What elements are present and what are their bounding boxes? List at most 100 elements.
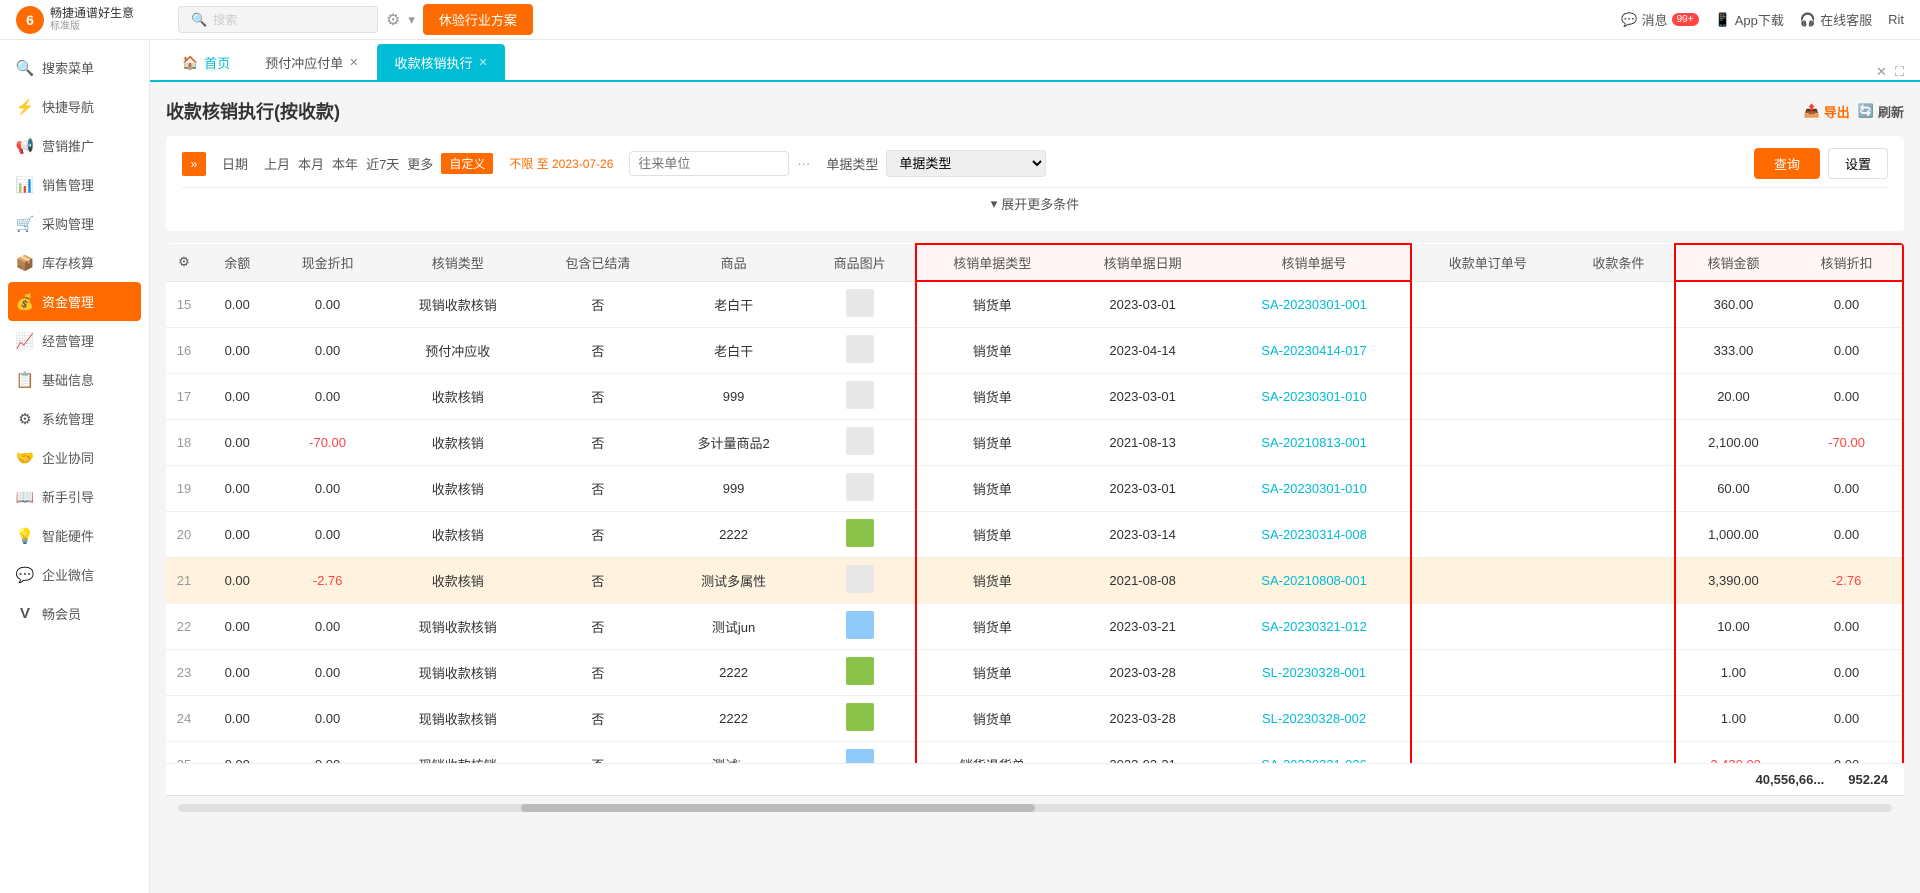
refresh-button[interactable]: 🔄 刷新 xyxy=(1858,102,1904,121)
tab-write-off[interactable]: 收款核销执行 ✕ xyxy=(377,44,504,80)
filter-type-select[interactable]: 单据类型 xyxy=(886,150,1046,177)
cell-included-settled: 否 xyxy=(533,511,663,557)
tab-write-off-close[interactable]: ✕ xyxy=(478,56,487,69)
sidebar-label: 资金管理 xyxy=(42,292,94,311)
sidebar-item-guide[interactable]: 📖 新手引导 xyxy=(0,477,149,516)
bill-no-link[interactable]: SA-20210813-001 xyxy=(1261,435,1367,450)
table-row: 25 0.00 0.00 现销收款核销 否 测试jun 销货退货单 2023-0… xyxy=(166,741,1903,763)
sidebar-item-sales[interactable]: 📊 销售管理 xyxy=(0,165,149,204)
user-name[interactable]: Rit xyxy=(1888,12,1904,27)
cell-bill-no[interactable]: SL-20230328-001 xyxy=(1218,649,1412,695)
cell-cash-discount: 0.00 xyxy=(272,465,382,511)
cell-product: 2222 xyxy=(663,649,804,695)
cell-write-off-amount: 1.00 xyxy=(1675,649,1791,695)
bill-no-link[interactable]: SA-20230301-010 xyxy=(1261,481,1367,496)
cell-bill-no[interactable]: SA-20230314-008 xyxy=(1218,511,1412,557)
cell-bill-no[interactable]: SA-20210813-001 xyxy=(1218,419,1412,465)
cell-bill-no[interactable]: SA-20230414-017 xyxy=(1218,327,1412,373)
cell-write-off-amount: 333.00 xyxy=(1675,327,1791,373)
cell-bill-no[interactable]: SA-20230301-010 xyxy=(1218,465,1412,511)
sidebar-label: 基础信息 xyxy=(42,370,94,389)
sidebar-item-operation[interactable]: 📈 经营管理 xyxy=(0,321,149,360)
sidebar-item-search[interactable]: 🔍 搜索菜单 xyxy=(0,48,149,87)
cell-bill-no[interactable]: SA-20230331-026 xyxy=(1218,741,1412,763)
tab-close-icon[interactable]: ✕ xyxy=(1876,64,1887,80)
bill-no-link[interactable]: SL-20230328-002 xyxy=(1262,711,1366,726)
cell-write-off-type: 现销收款核销 xyxy=(383,649,533,695)
table-scroll[interactable]: ⚙ 余额 现金折扣 核销类型 包含已结清 商品 商品图片 核销单据类型 核销单据… xyxy=(166,243,1904,763)
cell-bill-no[interactable]: SL-20230328-002 xyxy=(1218,695,1412,741)
export-button[interactable]: 📤 导出 xyxy=(1804,102,1850,121)
bill-no-link[interactable]: SA-20230301-010 xyxy=(1261,389,1367,404)
gear-icon[interactable]: ⚙ xyxy=(386,10,400,30)
filter-last-month[interactable]: 上月 xyxy=(264,154,290,173)
cell-write-off-discount: 0.00 xyxy=(1791,695,1903,741)
filter-expand-btn[interactable]: » xyxy=(182,152,206,176)
bill-no-link[interactable]: SA-20230314-008 xyxy=(1261,527,1367,542)
sidebar-item-hardware[interactable]: 💡 智能硬件 xyxy=(0,516,149,555)
sidebar-item-quick-nav[interactable]: ⚡ 快捷导航 xyxy=(0,87,149,126)
settings-button[interactable]: 设置 xyxy=(1828,148,1888,179)
cell-bill-type: 销货单 xyxy=(916,649,1068,695)
filter-this-year[interactable]: 本年 xyxy=(332,154,358,173)
main-area: 🏠 首页 预付冲应付单 ✕ 收款核销执行 ✕ ✕ ⛶ 收款核销执行(按收款) xyxy=(150,40,1920,893)
filter-unit-input[interactable] xyxy=(629,151,789,176)
cell-bill-no[interactable]: SA-20230321-012 xyxy=(1218,603,1412,649)
cell-bill-no[interactable]: SA-20230301-001 xyxy=(1218,281,1412,327)
query-button[interactable]: 查询 xyxy=(1754,148,1820,179)
industry-btn[interactable]: 休验行业方案 xyxy=(423,4,533,35)
bill-no-link[interactable]: SA-20230321-012 xyxy=(1261,619,1367,634)
cell-write-off-type: 收款核销 xyxy=(383,465,533,511)
online-service-link[interactable]: 🎧 在线客服 xyxy=(1800,10,1872,29)
scroll-thumb[interactable] xyxy=(521,804,1035,812)
bill-no-link[interactable]: SA-20210808-001 xyxy=(1261,573,1367,588)
tab-prepay[interactable]: 预付冲应付单 ✕ xyxy=(248,44,375,80)
th-settings[interactable]: ⚙ xyxy=(166,244,202,281)
top-search-box[interactable]: 🔍 搜索 xyxy=(178,6,378,33)
tab-expand-icon[interactable]: ⛶ xyxy=(1895,64,1904,80)
cell-write-off-type: 收款核销 xyxy=(383,511,533,557)
horizontal-scrollbar[interactable] xyxy=(166,795,1904,820)
cell-balance: 0.00 xyxy=(202,695,272,741)
filter-more-dots[interactable]: ··· xyxy=(797,156,810,171)
cell-bill-no[interactable]: SA-20210808-001 xyxy=(1218,557,1412,603)
sidebar-item-purchase[interactable]: 🛒 采购管理 xyxy=(0,204,149,243)
tab-prepay-close[interactable]: ✕ xyxy=(349,56,358,69)
cell-included-settled: 否 xyxy=(533,373,663,419)
chart-icon: 📊 xyxy=(16,176,34,194)
top-actions: 💬 消息 99+ 📱 App下载 🎧 在线客服 Rit xyxy=(1621,10,1904,29)
cell-balance: 0.00 xyxy=(202,741,272,763)
filter-more-date[interactable]: 更多 xyxy=(407,154,433,173)
cell-product-image xyxy=(804,327,916,373)
sidebar-item-inventory[interactable]: 📦 库存核算 xyxy=(0,243,149,282)
bill-no-link[interactable]: SA-20230301-001 xyxy=(1261,297,1367,312)
cell-receipt-order-no xyxy=(1411,695,1563,741)
filter-this-month[interactable]: 本月 xyxy=(298,154,324,173)
cell-product: 999 xyxy=(663,465,804,511)
bill-no-link[interactable]: SA-20230331-026 xyxy=(1261,757,1367,764)
cell-product: 老白干 xyxy=(663,281,804,327)
cell-write-off-type: 现销收款核销 xyxy=(383,695,533,741)
cell-bill-type: 销货退货单 xyxy=(916,741,1068,763)
filter-custom-btn[interactable]: 自定义 xyxy=(441,153,493,174)
scroll-track[interactable] xyxy=(178,804,1892,812)
filter-expand-more[interactable]: ▾ 展开更多条件 xyxy=(182,187,1888,219)
cell-product: 测试jun xyxy=(663,603,804,649)
app-download-link[interactable]: 📱 App下载 xyxy=(1715,10,1784,29)
filter-7days[interactable]: 近7天 xyxy=(366,154,399,173)
sidebar-item-enterprise[interactable]: 🤝 企业协同 xyxy=(0,438,149,477)
tab-home[interactable]: 🏠 首页 xyxy=(166,45,246,80)
cell-bill-no[interactable]: SA-20230301-010 xyxy=(1218,373,1412,419)
sidebar-item-marketing[interactable]: 📢 营销推广 xyxy=(0,126,149,165)
sidebar-item-finance[interactable]: 💰 资金管理 xyxy=(8,282,141,321)
table-footer: 40,556,66... 952.24 xyxy=(166,763,1904,795)
bill-no-link[interactable]: SL-20230328-001 xyxy=(1262,665,1366,680)
sidebar-item-wechat[interactable]: 💬 企业微信 xyxy=(0,555,149,594)
sidebar-item-system[interactable]: ⚙ 系统管理 xyxy=(0,399,149,438)
messages-area[interactable]: 💬 消息 99+ xyxy=(1621,10,1698,29)
dropdown-icon[interactable]: ▾ xyxy=(408,12,415,28)
bill-no-link[interactable]: SA-20230414-017 xyxy=(1261,343,1367,358)
sidebar-item-vip[interactable]: V 畅会员 xyxy=(0,594,149,633)
sidebar-item-basic[interactable]: 📋 基础信息 xyxy=(0,360,149,399)
page-title: 收款核销执行(按收款) xyxy=(166,98,340,124)
